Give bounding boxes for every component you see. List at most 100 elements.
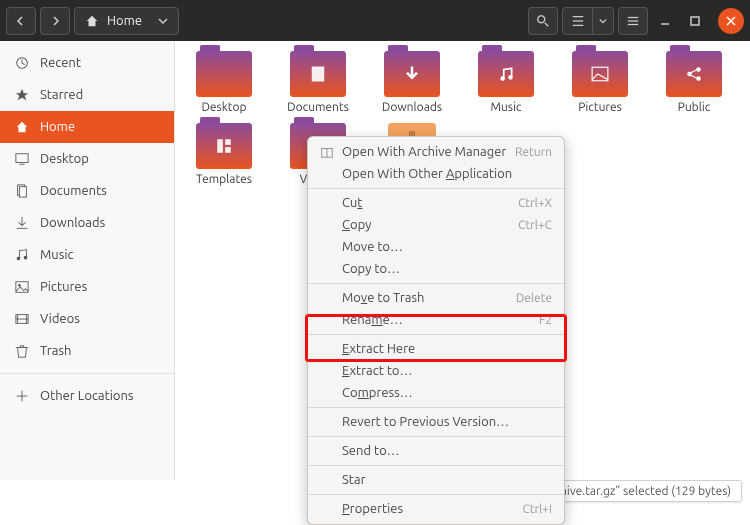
home-icon	[14, 120, 30, 134]
chevron-right-icon	[50, 16, 60, 26]
menu-properties[interactable]: Properties Ctrl+I	[308, 498, 564, 520]
documents-icon	[14, 184, 30, 198]
minimize-button[interactable]	[652, 8, 678, 34]
menu-label: Send to…	[342, 444, 400, 458]
path-label: Home	[107, 14, 142, 28]
music-icon	[14, 248, 30, 262]
sidebar-item-recent[interactable]: Recent	[0, 47, 174, 79]
desktop-icon	[14, 152, 30, 166]
menu-label: Properties	[342, 502, 403, 516]
document-icon	[308, 63, 328, 85]
sidebar-item-label: Videos	[40, 312, 80, 326]
menu-label: Move to…	[342, 240, 403, 254]
menu-open-archive-manager[interactable]: Open With Archive Manager Return	[308, 141, 564, 163]
menu-copy-to[interactable]: Copy to…	[308, 258, 564, 280]
close-icon	[726, 16, 736, 26]
sidebar-item-desktop[interactable]: Desktop	[0, 143, 174, 175]
chevron-left-icon	[16, 16, 26, 26]
sidebar-item-trash[interactable]: Trash	[0, 335, 174, 367]
trash-icon	[14, 344, 30, 358]
file-label: Music	[471, 101, 541, 115]
menu-label: Revert to Previous Version…	[342, 415, 509, 429]
list-icon	[571, 14, 585, 28]
close-button[interactable]	[718, 8, 744, 34]
sidebar-item-home[interactable]: Home	[0, 111, 174, 143]
folder-downloads[interactable]: Downloads	[377, 51, 447, 115]
chevron-down-icon	[158, 16, 168, 26]
menu-label: Open With Other Application	[342, 167, 512, 181]
menu-label: Cut	[342, 196, 362, 210]
menu-label: Rename…	[342, 313, 403, 327]
folder-templates[interactable]: Templates	[189, 123, 259, 202]
sidebar-item-other-locations[interactable]: Other Locations	[0, 380, 174, 412]
sidebar-item-label: Starred	[40, 88, 83, 102]
menu-open-other-app[interactable]: Open With Other Application	[308, 163, 564, 185]
sidebar-item-pictures[interactable]: Pictures	[0, 271, 174, 303]
view-list-button[interactable]	[562, 7, 592, 35]
menu-accel: Ctrl+I	[522, 503, 552, 516]
sidebar-item-label: Other Locations	[40, 389, 134, 403]
share-icon	[685, 65, 703, 83]
menu-rename[interactable]: Rename… F2	[308, 309, 564, 331]
menu-revert[interactable]: Revert to Previous Version…	[308, 411, 564, 433]
menu-compress[interactable]: Compress…	[308, 382, 564, 404]
sidebar-item-starred[interactable]: Starred	[0, 79, 174, 111]
menu-label: Move to Trash	[342, 291, 424, 305]
menu-accel: Ctrl+X	[518, 197, 552, 210]
music-icon	[497, 65, 515, 83]
titlebar: Home	[0, 0, 750, 41]
nav-back-button[interactable]	[6, 7, 36, 35]
nav-forward-button[interactable]	[40, 7, 70, 35]
maximize-button[interactable]	[682, 8, 708, 34]
menu-send-to[interactable]: Send to…	[308, 440, 564, 462]
search-icon	[536, 14, 550, 28]
menu-accel: Return	[515, 146, 552, 159]
menu-star[interactable]: Star	[308, 469, 564, 491]
file-label: Downloads	[377, 101, 447, 115]
file-label: Documents	[283, 101, 353, 115]
menu-move-to-trash[interactable]: Move to Trash Delete	[308, 287, 564, 309]
menu-extract-here[interactable]: Extract Here	[308, 338, 564, 360]
sidebar-item-label: Documents	[40, 184, 107, 198]
file-label: Pictures	[565, 101, 635, 115]
hamburger-icon	[626, 14, 640, 28]
folder-desktop[interactable]: Desktop	[189, 51, 259, 115]
search-button[interactable]	[528, 7, 558, 35]
sidebar-item-label: Trash	[40, 344, 71, 358]
view-dropdown-button[interactable]	[592, 7, 614, 35]
path-button[interactable]: Home	[74, 7, 179, 35]
menu-move-to[interactable]: Move to…	[308, 236, 564, 258]
file-label: Desktop	[189, 101, 259, 115]
file-label: Public	[659, 101, 729, 115]
menu-cut[interactable]: Cut Ctrl+X	[308, 192, 564, 214]
menu-label: Extract Here	[342, 342, 415, 356]
pictures-icon	[14, 280, 30, 294]
sidebar-item-downloads[interactable]: Downloads	[0, 207, 174, 239]
menu-copy[interactable]: Copy Ctrl+C	[308, 214, 564, 236]
videos-icon	[14, 312, 30, 326]
archive-manager-icon	[320, 145, 334, 159]
download-icon	[402, 64, 422, 84]
status-text: “archive.tar.gz” selected (129 bytes)	[539, 485, 731, 498]
plus-icon	[14, 389, 30, 403]
sidebar-item-videos[interactable]: Videos	[0, 303, 174, 335]
sidebar-item-music[interactable]: Music	[0, 239, 174, 271]
menu-extract-to[interactable]: Extract to…	[308, 360, 564, 382]
sidebar-item-label: Desktop	[40, 152, 89, 166]
maximize-icon	[689, 15, 701, 27]
menu-label: Copy	[342, 218, 371, 232]
sidebar-item-label: Music	[40, 248, 74, 262]
folder-pictures[interactable]: Pictures	[565, 51, 635, 115]
sidebar-item-documents[interactable]: Documents	[0, 175, 174, 207]
folder-public[interactable]: Public	[659, 51, 729, 115]
chevron-down-icon	[599, 17, 607, 25]
hamburger-button[interactable]	[618, 7, 648, 35]
menu-label: Compress…	[342, 386, 413, 400]
folder-documents[interactable]: Documents	[283, 51, 353, 115]
menu-accel: Delete	[516, 292, 552, 305]
folder-music[interactable]: Music	[471, 51, 541, 115]
clock-icon	[14, 56, 30, 70]
menu-accel: F2	[539, 314, 552, 327]
sidebar-item-label: Home	[40, 120, 75, 134]
sidebar: Recent Starred Home Desktop Documents Do…	[0, 41, 175, 480]
